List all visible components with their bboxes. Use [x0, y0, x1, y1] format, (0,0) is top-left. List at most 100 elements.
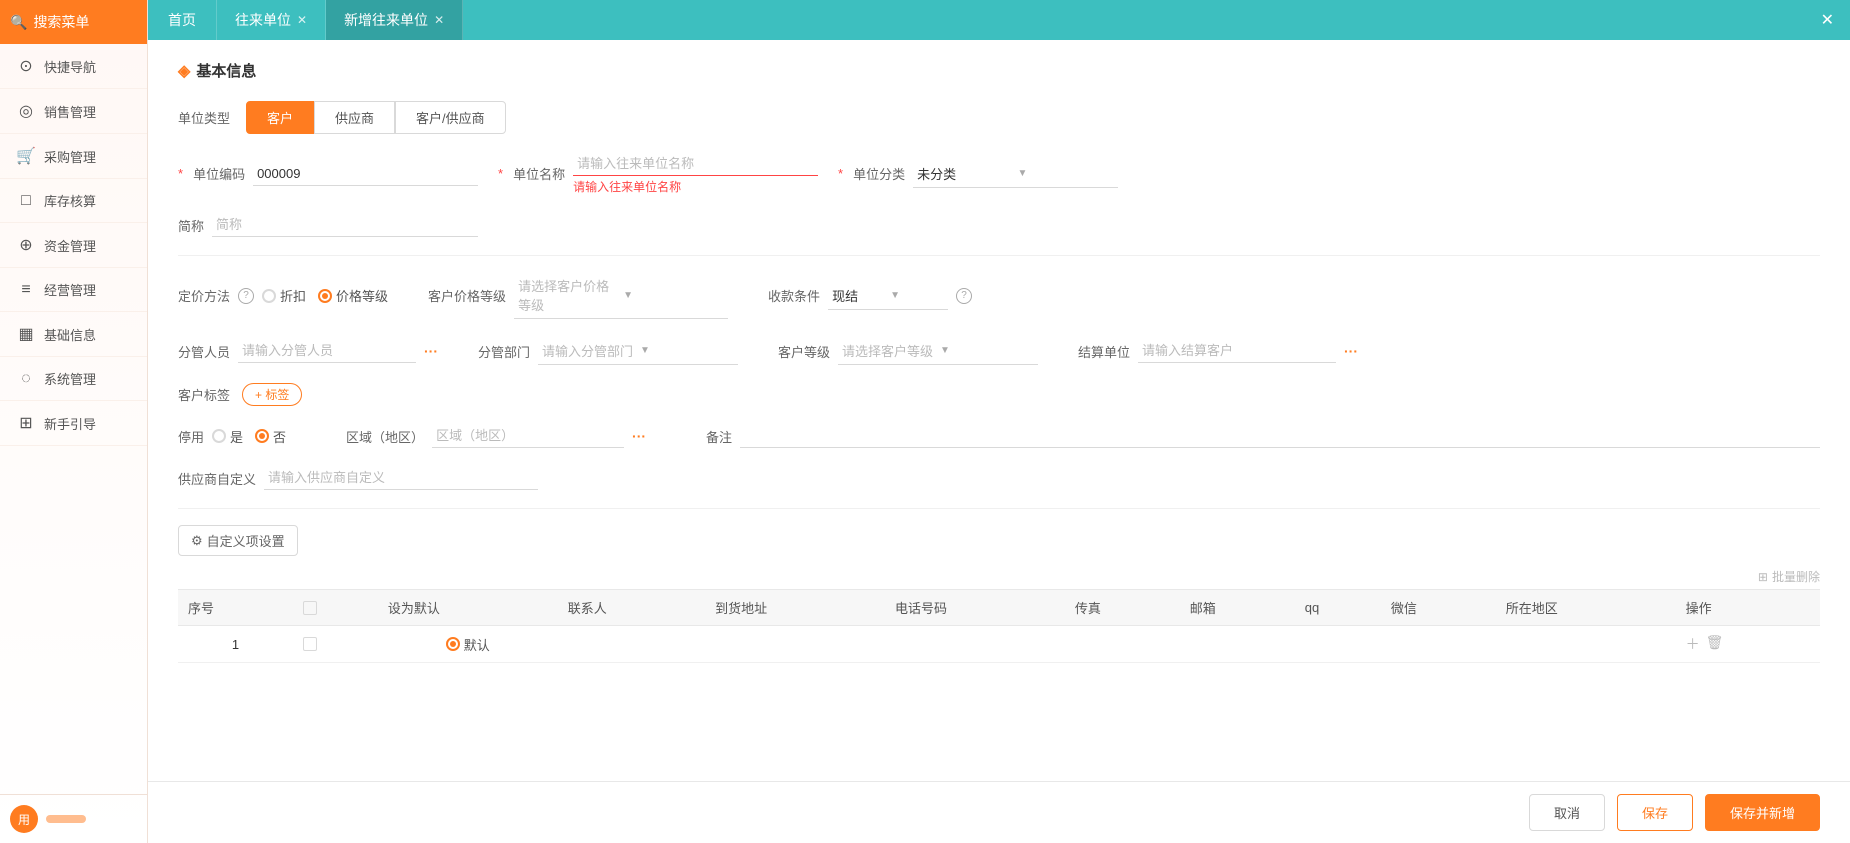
delete-row-icon[interactable]: 🗑 [1706, 634, 1724, 654]
radio-yes-circle [212, 429, 226, 443]
radio-yes[interactable]: 是 [212, 427, 243, 446]
manager-input[interactable] [238, 339, 416, 363]
sidebar-label-guide: 新手引导 [44, 414, 96, 433]
sidebar-bottom: 用 [0, 794, 147, 843]
payment-terms-group: 收款条件 现结 ▼ ? [768, 282, 972, 310]
divider-2 [178, 508, 1820, 509]
unit-name-group: * 单位名称 请输入往来单位名称 [498, 152, 818, 195]
batch-delete-label[interactable]: 批量删除 [1772, 568, 1820, 585]
window-close-btn[interactable]: ✕ [1805, 0, 1850, 40]
sidebar-item-inventory[interactable]: □ 库存核算 [0, 179, 147, 223]
unit-category-value: 未分类 [917, 164, 1013, 183]
payment-terms-select[interactable]: 现结 ▼ [828, 282, 948, 310]
sidebar-item-system[interactable]: ◌ 系统管理 [0, 357, 147, 401]
customer-price-label: 客户价格等级 [428, 286, 506, 305]
sidebar-item-guide[interactable]: ⊞ 新手引导 [0, 401, 147, 446]
tab-home[interactable]: 首页 [148, 0, 217, 40]
divider-1 [178, 255, 1820, 256]
sidebar-item-quick-nav[interactable]: ⊙ 快捷导航 [0, 44, 147, 89]
tab-partner[interactable]: 往来单位 ✕ [217, 0, 326, 40]
pricing-row: 定价方法 ? 折扣 价格等级 客户价格等级 [178, 272, 1820, 319]
unit-name-input[interactable] [573, 152, 818, 176]
unit-type-group: 单位类型 客户 供应商 客户/供应商 [178, 101, 506, 134]
unit-code-input[interactable] [253, 162, 478, 186]
customer-level-label: 客户等级 [778, 342, 830, 361]
customer-level-arrow-icon: ▼ [940, 345, 1034, 356]
remark-input[interactable] [740, 424, 1820, 448]
region-input[interactable] [432, 424, 624, 448]
form-content: ◈ 基本信息 单位类型 客户 供应商 客户/供应商 * 单位编码 * [148, 40, 1850, 781]
required-star-code: * [178, 166, 183, 181]
col-default: 设为默认 [378, 590, 558, 626]
tab-home-label: 首页 [168, 10, 196, 30]
manager-dots-icon[interactable]: ··· [424, 343, 438, 359]
sidebar-item-finance[interactable]: ⊕ 资金管理 [0, 223, 147, 268]
radio-no-label: 否 [273, 427, 286, 446]
tab-new-partner[interactable]: 新增往来单位 ✕ [326, 0, 463, 40]
settlement-input[interactable] [1138, 339, 1336, 363]
disabled-label: 停用 [178, 427, 204, 446]
payment-help-icon[interactable]: ? [956, 288, 972, 304]
region-dots-icon[interactable]: ··· [632, 428, 646, 444]
close-tab-new-partner-icon[interactable]: ✕ [434, 13, 444, 27]
radio-discount-label: 折扣 [280, 286, 306, 305]
type-btn-both[interactable]: 客户/供应商 [395, 101, 506, 134]
row-default: 默认 [378, 626, 558, 663]
add-tag-btn[interactable]: + 标签 [242, 383, 302, 406]
department-group: 分管部门 请输入分管部门 ▼ [478, 337, 738, 365]
search-menu-btn[interactable]: 🔍 搜索菜单 [0, 0, 147, 44]
short-name-input[interactable] [212, 213, 478, 237]
save-button[interactable]: 保存 [1617, 794, 1693, 831]
radio-price-level[interactable]: 价格等级 [318, 286, 388, 305]
radio-discount[interactable]: 折扣 [262, 286, 306, 305]
disabled-group: 停用 是 否 [178, 427, 286, 446]
customer-price-select[interactable]: 请选择客户价格等级 ▼ [514, 272, 728, 319]
unit-code-label: 单位编码 [193, 164, 245, 183]
remark-group: 备注 [706, 424, 1820, 448]
region-group: 区域（地区） ··· [346, 424, 646, 448]
settlement-dots-icon[interactable]: ··· [1344, 343, 1358, 359]
add-row-icon[interactable]: ＋ [1686, 634, 1700, 654]
batch-delete-icon: ⊞ [1758, 570, 1768, 584]
supplier-custom-input[interactable] [264, 466, 538, 490]
department-label: 分管部门 [478, 342, 530, 361]
required-star-name: * [498, 166, 503, 181]
unit-category-label: 单位分类 [853, 164, 905, 183]
col-region: 所在地区 [1496, 590, 1676, 626]
select-all-checkbox[interactable] [303, 601, 317, 615]
pricing-help-icon[interactable]: ? [238, 288, 254, 304]
radio-no[interactable]: 否 [255, 427, 286, 446]
payment-terms-label: 收款条件 [768, 286, 820, 305]
manager-row: 分管人员 ··· 分管部门 请输入分管部门 ▼ 客户等级 请选择客户等级 ▼ 结… [178, 337, 1820, 365]
search-icon: 🔍 [10, 14, 27, 31]
main-area: 首页 往来单位 ✕ 新增往来单位 ✕ ✕ ◈ 基本信息 单位类型 客户 供应商 [148, 0, 1850, 843]
col-wechat: 微信 [1381, 590, 1496, 626]
sidebar-item-sales[interactable]: ◎ 销售管理 [0, 89, 147, 134]
sidebar-label-inventory: 库存核算 [44, 191, 96, 210]
sidebar-item-operations[interactable]: ≡ 经营管理 [0, 268, 147, 312]
row-select-checkbox[interactable] [303, 637, 317, 651]
radio-price-level-circle [318, 289, 332, 303]
customize-settings-btn[interactable]: ⚙ 自定义项设置 [178, 525, 298, 556]
sidebar-item-purchase[interactable]: 🛒 采购管理 [0, 134, 147, 179]
unit-name-error-tip: 请输入往来单位名称 [573, 178, 818, 195]
row-fax [1065, 626, 1180, 663]
default-label: 默认 [464, 635, 490, 654]
basic-info-icon: ▦ [16, 324, 36, 344]
type-btn-supplier[interactable]: 供应商 [314, 101, 395, 134]
row-region [1496, 626, 1676, 663]
customer-level-select[interactable]: 请选择客户等级 ▼ [838, 337, 1038, 365]
close-tab-partner-icon[interactable]: ✕ [297, 13, 307, 27]
type-btn-customer[interactable]: 客户 [246, 101, 314, 134]
payment-arrow-icon: ▼ [890, 290, 944, 301]
unit-category-select[interactable]: 未分类 ▼ [913, 160, 1118, 188]
customize-btn-label: 自定义项设置 [207, 531, 285, 550]
cancel-button[interactable]: 取消 [1529, 794, 1605, 831]
guide-icon: ⊞ [16, 413, 36, 433]
department-select[interactable]: 请输入分管部门 ▼ [538, 337, 738, 365]
default-radio[interactable]: 默认 [388, 635, 548, 654]
save-new-button[interactable]: 保存并新增 [1705, 794, 1820, 831]
tabs-bar: 首页 往来单位 ✕ 新增往来单位 ✕ ✕ [148, 0, 1850, 40]
sidebar-item-basic-info[interactable]: ▦ 基础信息 [0, 312, 147, 357]
sidebar: 🔍 搜索菜单 ⊙ 快捷导航 ◎ 销售管理 🛒 采购管理 □ 库存核算 ⊕ 资金管… [0, 0, 148, 843]
